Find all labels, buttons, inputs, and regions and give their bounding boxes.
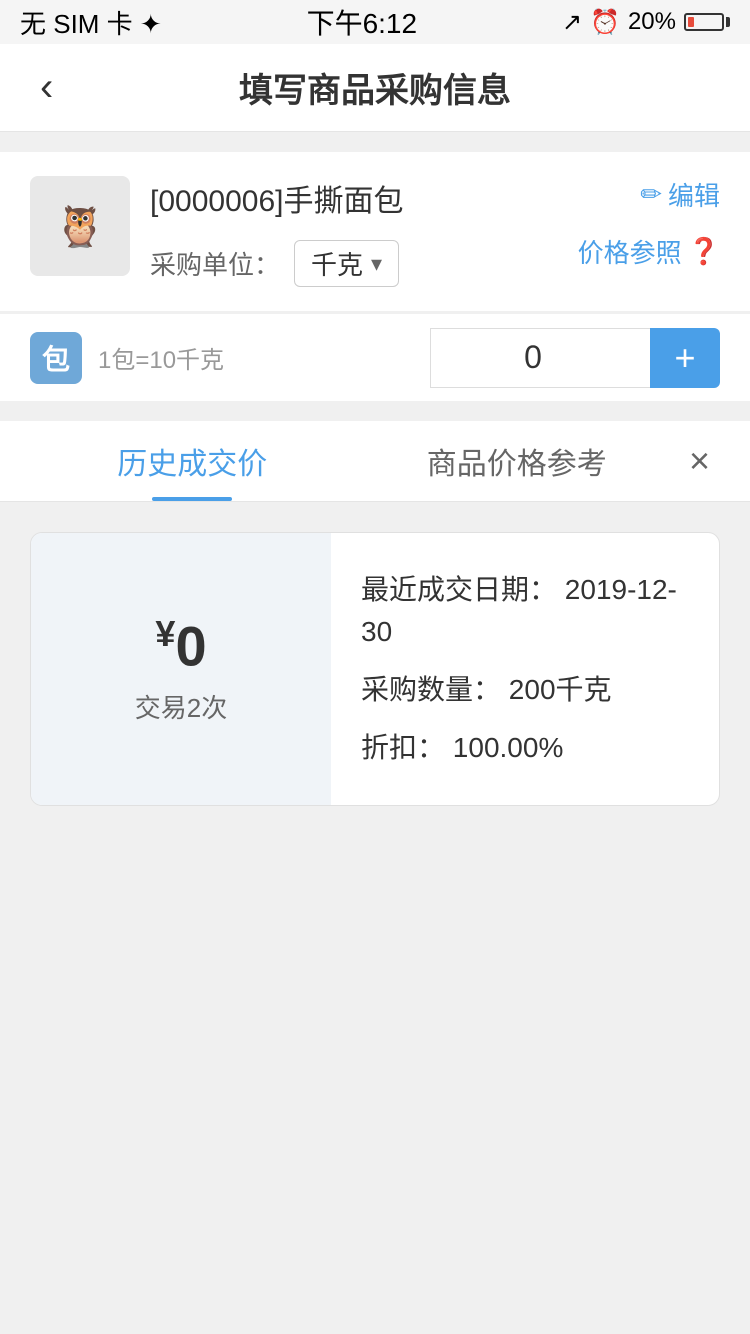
- battery-percent: 20%: [628, 8, 676, 36]
- trade-count: 交易2次: [135, 688, 227, 725]
- status-left: 无 SIM 卡 ✦: [20, 4, 162, 41]
- tabs-header: 历史成交价 商品价格参考 ×: [0, 421, 750, 501]
- tab-history-label: 历史成交价: [117, 439, 267, 483]
- quantity-label-wrap: 包 1包=10千克: [30, 332, 224, 384]
- quantity-label: 采购数量：: [361, 674, 501, 705]
- alarm-icon: ⏰: [590, 8, 620, 37]
- plus-icon: +: [674, 337, 695, 379]
- discount-value: 100.00%: [453, 732, 564, 763]
- product-unit-row: 采购单位： 千克 ▾: [150, 240, 403, 287]
- price-reference-button[interactable]: 价格参照 ❓: [578, 233, 720, 270]
- price-currency-symbol: ¥: [155, 613, 175, 654]
- product-thumbnail: 🦉: [30, 176, 130, 276]
- product-info: [0000006]手撕面包 采购单位： 千克 ▾: [150, 176, 403, 287]
- price-ref-label: 价格参照: [578, 233, 682, 270]
- quantity-plus-button[interactable]: +: [650, 328, 720, 388]
- unit-select[interactable]: 千克 ▾: [294, 240, 399, 287]
- edit-icon: ✏: [640, 179, 662, 210]
- unit-icon-box: 包: [30, 332, 82, 384]
- discount-label: 折扣：: [361, 732, 445, 763]
- quantity-input-wrap: +: [430, 328, 720, 388]
- product-left: 🦉 [0000006]手撕面包 采购单位： 千克 ▾: [30, 176, 403, 287]
- trade-detail-date: 最近成交日期： 2019-12-30: [361, 569, 689, 653]
- status-bar: 无 SIM 卡 ✦ 下午6:12 ↗ ⏰ 20%: [0, 0, 750, 44]
- tab-product-label: 商品价格参考: [427, 439, 607, 483]
- product-card: 🦉 [0000006]手撕面包 采购单位： 千克 ▾ ✏ 编辑 价格参照: [0, 152, 750, 311]
- main-content: 历史成交价 商品价格参考 × ¥0 交易2次 最近成交日期： 2019-12-3…: [0, 421, 750, 1021]
- trade-detail-quantity: 采购数量： 200千克: [361, 669, 689, 711]
- trade-details: 最近成交日期： 2019-12-30 采购数量： 200千克 折扣： 100.0…: [331, 533, 719, 805]
- status-right: ↗ ⏰ 20%: [562, 8, 730, 37]
- quantity-value: 200千克: [509, 674, 612, 705]
- unit-value: 千克: [311, 245, 363, 282]
- tab-product-price-ref[interactable]: 商品价格参考: [354, 421, 678, 501]
- product-actions: ✏ 编辑 价格参照 ❓: [578, 176, 720, 270]
- back-button[interactable]: ‹: [30, 55, 63, 120]
- date-label: 最近成交日期：: [361, 574, 557, 605]
- tab-history-price[interactable]: 历史成交价: [30, 421, 354, 501]
- help-icon: ❓: [688, 236, 720, 267]
- unit-label: 采购单位：: [150, 245, 280, 282]
- trade-card: ¥0 交易2次 最近成交日期： 2019-12-30 采购数量： 200千克 折…: [30, 532, 720, 806]
- trade-detail-discount: 折扣： 100.00%: [361, 727, 689, 769]
- edit-button[interactable]: ✏ 编辑: [640, 176, 720, 213]
- unit-icon-label: 包: [42, 338, 70, 378]
- chevron-down-icon: ▾: [371, 251, 382, 277]
- tabs-section: 历史成交价 商品价格参考 ×: [0, 421, 750, 502]
- status-time: 下午6:12: [307, 2, 418, 42]
- edit-label: 编辑: [668, 176, 720, 213]
- trade-summary: ¥0 交易2次: [31, 533, 331, 805]
- trade-price: ¥0: [155, 613, 206, 679]
- product-name: [0000006]手撕面包: [150, 176, 403, 220]
- product-logo-icon: 🦉: [55, 203, 105, 250]
- price-value: 0: [175, 614, 206, 677]
- sim-status: 无 SIM 卡 ✦: [20, 4, 162, 41]
- location-icon: ↗: [562, 8, 582, 37]
- nav-bar: ‹ 填写商品采购信息: [0, 44, 750, 132]
- page-title: 填写商品采购信息: [239, 63, 511, 112]
- quantity-section: 包 1包=10千克 +: [0, 313, 750, 401]
- quantity-hint: 1包=10千克: [98, 340, 224, 375]
- tabs-close-button[interactable]: ×: [679, 430, 720, 492]
- quantity-input[interactable]: [430, 328, 650, 388]
- battery-icon: [684, 13, 730, 31]
